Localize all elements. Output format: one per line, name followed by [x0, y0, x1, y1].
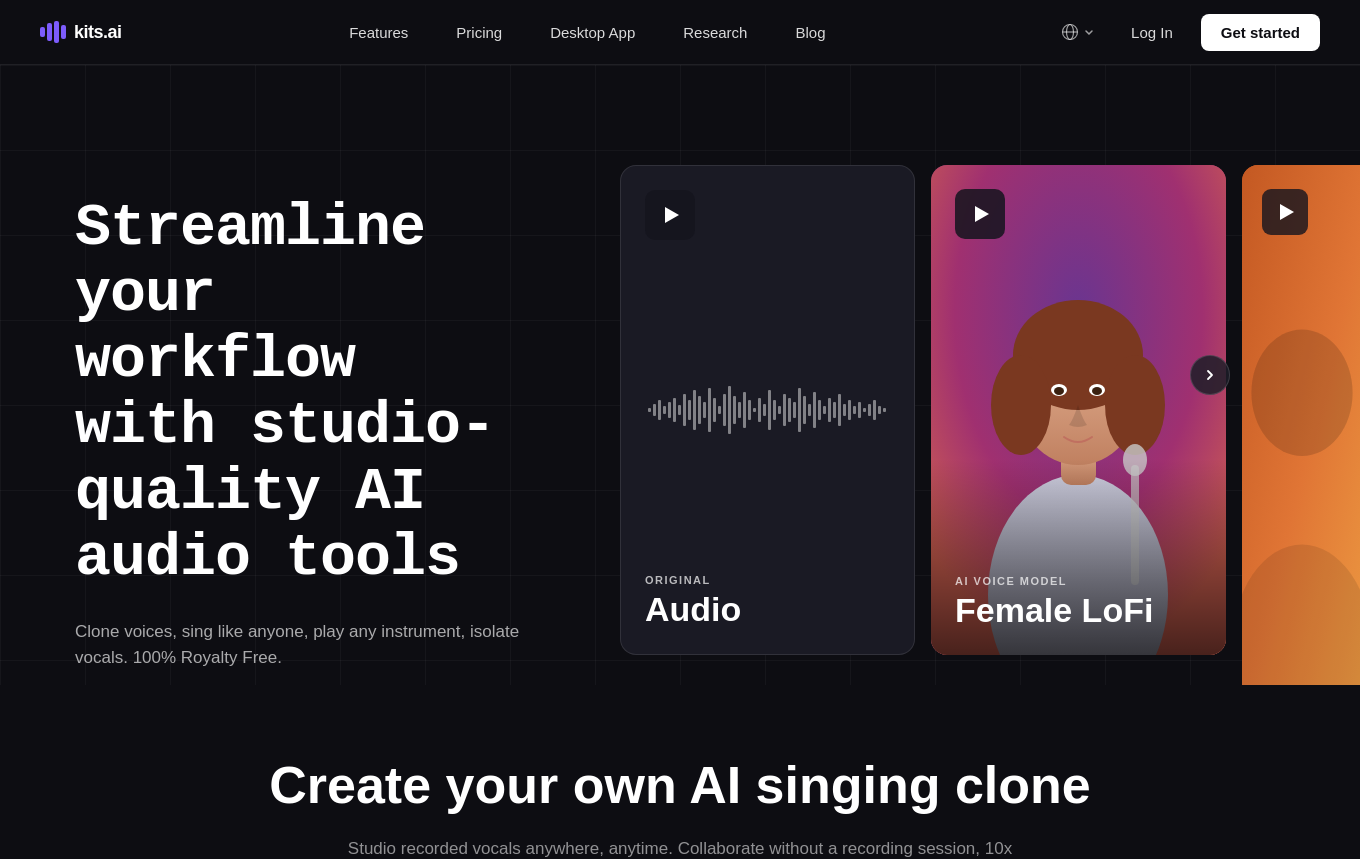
- svg-rect-20: [713, 398, 716, 422]
- play-icon: [665, 207, 679, 223]
- svg-rect-19: [708, 388, 711, 432]
- nav-blog[interactable]: Blog: [775, 16, 845, 49]
- hero-subtext: Clone voices, sing like anyone, play any…: [75, 619, 520, 670]
- nav-features[interactable]: Features: [329, 16, 428, 49]
- svg-rect-15: [688, 400, 691, 420]
- svg-rect-36: [793, 402, 796, 418]
- svg-rect-14: [683, 394, 686, 426]
- female-lofi-card-label: AI VOICE MODEL Female LoFi: [955, 575, 1153, 627]
- svg-rect-26: [743, 392, 746, 428]
- svg-rect-42: [823, 406, 826, 414]
- svg-rect-54: [883, 408, 886, 412]
- audio-card-title: Audio: [645, 592, 741, 626]
- svg-rect-47: [848, 400, 851, 420]
- svg-rect-18: [703, 402, 706, 418]
- svg-rect-45: [838, 394, 841, 426]
- svg-rect-7: [648, 408, 651, 412]
- bottom-subtext: Studio recorded vocals anywhere, anytime…: [340, 835, 1020, 859]
- svg-rect-25: [738, 402, 741, 418]
- female-lofi-card-type: AI VOICE MODEL: [955, 575, 1153, 587]
- svg-rect-21: [718, 406, 721, 414]
- svg-rect-27: [748, 400, 751, 420]
- svg-rect-16: [693, 390, 696, 430]
- navbar: kits.ai Features Pricing Desktop App Res…: [0, 0, 1360, 65]
- svg-rect-2: [54, 21, 59, 43]
- navbar-right: Log In Get started: [1053, 14, 1320, 51]
- svg-rect-30: [763, 404, 766, 416]
- bottom-headline: Create your own AI singing clone: [40, 755, 1320, 815]
- bottom-section: Create your own AI singing clone Studio …: [0, 685, 1360, 859]
- svg-rect-24: [733, 396, 736, 424]
- svg-rect-12: [673, 398, 676, 422]
- logo[interactable]: kits.ai: [40, 22, 122, 43]
- svg-rect-52: [873, 400, 876, 420]
- nav-pricing[interactable]: Pricing: [436, 16, 522, 49]
- nav-research[interactable]: Research: [663, 16, 767, 49]
- chevron-right-icon: [1202, 367, 1218, 383]
- svg-rect-8: [653, 404, 656, 416]
- svg-rect-37: [798, 388, 801, 432]
- login-button[interactable]: Log In: [1119, 18, 1185, 47]
- svg-rect-50: [863, 408, 866, 412]
- navbar-left: kits.ai: [40, 22, 122, 43]
- audio-card-type: ORIGINAL: [645, 574, 741, 586]
- svg-rect-41: [818, 400, 821, 420]
- partial-card-background: [1242, 165, 1360, 685]
- svg-rect-11: [668, 402, 671, 418]
- female-lofi-play-button[interactable]: [955, 189, 1005, 239]
- svg-point-71: [1242, 545, 1360, 685]
- hero-cards: ORIGINAL Audio: [620, 165, 1360, 685]
- svg-rect-40: [813, 392, 816, 428]
- nav-desktop-app[interactable]: Desktop App: [530, 16, 655, 49]
- partial-card: AI V... Po...: [1242, 165, 1360, 685]
- carousel-next-button[interactable]: [1190, 355, 1230, 395]
- svg-rect-34: [783, 394, 786, 426]
- svg-point-70: [1251, 329, 1352, 456]
- play-icon: [1280, 204, 1294, 220]
- svg-rect-22: [723, 394, 726, 426]
- svg-rect-13: [678, 405, 681, 415]
- hero-left: Streamline your workflow with studio-qua…: [0, 65, 580, 685]
- svg-rect-49: [858, 402, 861, 418]
- svg-rect-28: [753, 408, 756, 412]
- navbar-center: Features Pricing Desktop App Research Bl…: [329, 16, 845, 49]
- svg-rect-33: [778, 406, 781, 414]
- svg-rect-31: [768, 390, 771, 430]
- svg-rect-39: [808, 404, 811, 416]
- svg-rect-9: [658, 400, 661, 420]
- globe-icon: [1061, 23, 1079, 41]
- svg-rect-35: [788, 398, 791, 422]
- svg-rect-48: [853, 406, 856, 414]
- svg-rect-0: [40, 27, 45, 37]
- audio-card-label: ORIGINAL Audio: [645, 574, 741, 626]
- svg-rect-46: [843, 404, 846, 416]
- svg-rect-1: [47, 23, 52, 41]
- svg-rect-32: [773, 400, 776, 420]
- get-started-button[interactable]: Get started: [1201, 14, 1320, 51]
- svg-rect-3: [61, 25, 66, 39]
- chevron-down-icon: [1083, 26, 1095, 38]
- svg-rect-44: [833, 402, 836, 418]
- audio-play-button[interactable]: [645, 190, 695, 240]
- audio-card: ORIGINAL Audio: [620, 165, 915, 655]
- svg-rect-53: [878, 406, 881, 414]
- svg-rect-10: [663, 406, 666, 414]
- svg-rect-43: [828, 398, 831, 422]
- female-lofi-card: AI VOICE MODEL Female LoFi: [931, 165, 1226, 655]
- play-icon: [975, 206, 989, 222]
- language-selector[interactable]: [1053, 17, 1103, 47]
- logo-text: kits.ai: [74, 22, 122, 43]
- waveform-visualization: [648, 380, 888, 440]
- svg-rect-38: [803, 396, 806, 424]
- hero-headline: Streamline your workflow with studio-qua…: [75, 195, 520, 591]
- female-lofi-card-title: Female LoFi: [955, 593, 1153, 627]
- partial-card-play-button[interactable]: [1262, 189, 1308, 235]
- hero-section: Streamline your workflow with studio-qua…: [0, 65, 1360, 685]
- svg-rect-29: [758, 398, 761, 422]
- svg-rect-51: [868, 404, 871, 416]
- svg-rect-23: [728, 386, 731, 434]
- kits-logo-icon: [40, 22, 68, 42]
- svg-rect-17: [698, 396, 701, 424]
